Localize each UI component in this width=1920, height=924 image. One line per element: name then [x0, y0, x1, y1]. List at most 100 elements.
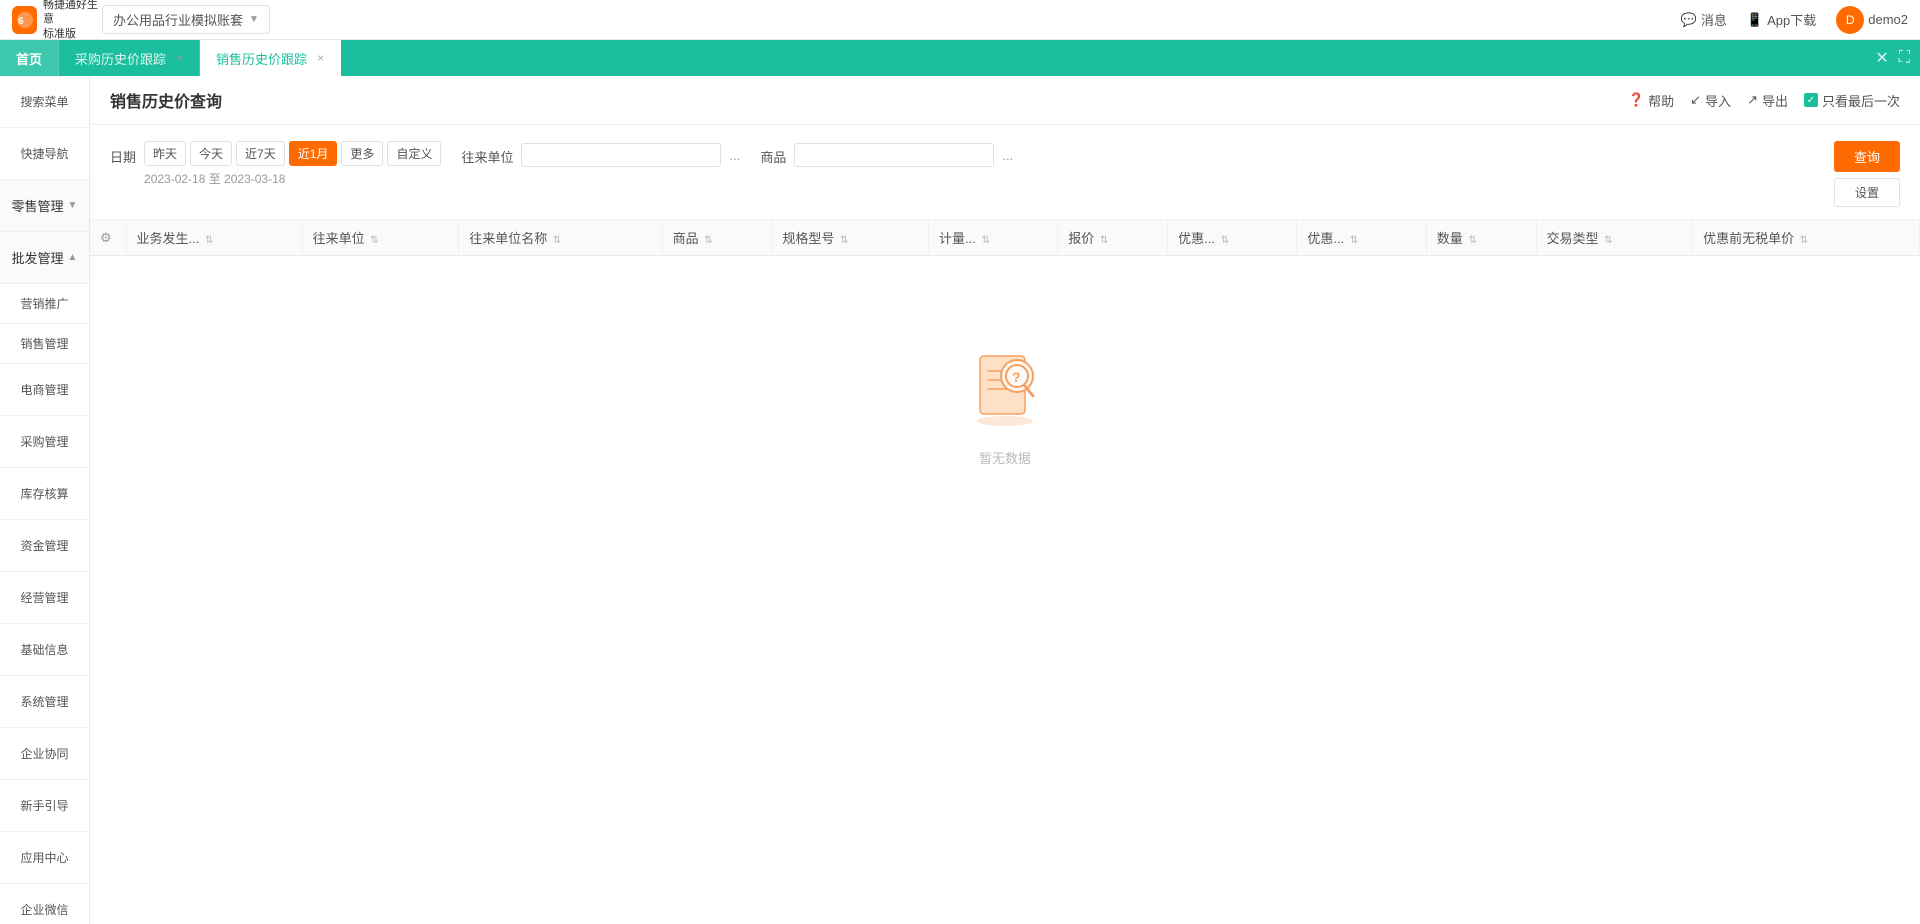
sort-price-icon: ⇅ — [1100, 235, 1108, 246]
sidebar-item-basic-info[interactable]: 基础信息 — [0, 624, 89, 676]
partner-filter-label: 往来单位 — [461, 147, 513, 166]
wholesale-mgmt-arrow-icon: ▲ — [68, 252, 78, 263]
partner-filter-group: 往来单位 ... — [461, 141, 740, 167]
sort-quantity-icon: ⇅ — [1468, 235, 1476, 246]
date-1month-btn[interactable]: 近1月 — [289, 141, 338, 166]
import-icon: ↙ — [1690, 92, 1701, 108]
quick-nav-label: 快捷导航 — [20, 145, 68, 162]
search-button[interactable]: 查询 — [1834, 141, 1900, 172]
th-unit[interactable]: 计量... ⇅ — [928, 220, 1057, 256]
goods-input[interactable] — [794, 143, 994, 167]
th-discount1[interactable]: 优惠... ⇅ — [1168, 220, 1297, 256]
sidebar-item-ecommerce[interactable]: 电商管理 — [0, 364, 89, 416]
basic-info-label: 基础信息 — [20, 641, 68, 658]
workspace-selector[interactable]: 办公用品行业模拟账套 ▼ — [102, 5, 270, 34]
sidebar-item-operations[interactable]: 经营管理 — [0, 572, 89, 624]
enterprise-collab-label: 企业协同 — [20, 745, 68, 762]
partner-input[interactable] — [521, 143, 721, 167]
th-business-date[interactable]: 业务发生... ⇅ — [126, 220, 302, 256]
tab-home[interactable]: 首页 — [0, 40, 59, 76]
settings-col-icon: ⚙ — [100, 230, 112, 245]
th-settings[interactable]: ⚙ — [90, 220, 126, 256]
app-download-button[interactable]: 📱 App下载 — [1747, 10, 1816, 29]
sort-partner-code-icon: ⇅ — [370, 235, 378, 246]
user-menu[interactable]: D demo2 — [1836, 6, 1908, 34]
sidebar-item-enterprise-wechat[interactable]: 企业微信 — [0, 884, 89, 924]
th-partner-code[interactable]: 往来单位 ⇅ — [302, 220, 459, 256]
ecommerce-label: 电商管理 — [20, 381, 68, 398]
help-button[interactable]: ❓ 帮助 — [1628, 91, 1674, 110]
date-custom-btn[interactable]: 自定义 — [387, 141, 441, 166]
sidebar-item-search-menu[interactable]: 搜索菜单 — [0, 76, 89, 128]
page-content: 销售历史价查询 ❓ 帮助 ↙ 导入 ↗ 导出 ✓ — [90, 76, 1920, 924]
sidebar-item-wholesale-mgmt[interactable]: 批发管理 ▲ — [0, 232, 89, 284]
page-actions: ❓ 帮助 ↙ 导入 ↗ 导出 ✓ 只看最后一次 — [1628, 91, 1900, 110]
tab-purchase-history[interactable]: 采购历史价跟踪 × — [59, 40, 200, 76]
sales-history-tab-label: 销售历史价跟踪 — [216, 49, 307, 68]
top-header: 6 畅捷通好生意 标准版 办公用品行业模拟账套 ▼ 💬 消息 📱 App下载 D… — [0, 0, 1920, 40]
th-price[interactable]: 报价 ⇅ — [1058, 220, 1168, 256]
sidebar-item-app-center[interactable]: 应用中心 — [0, 832, 89, 884]
sidebar-item-inventory[interactable]: 库存核算 — [0, 468, 89, 520]
partner-dots-button[interactable]: ... — [729, 148, 740, 163]
tab-bar: 首页 采购历史价跟踪 × 销售历史价跟踪 × ✕ ⛶ — [0, 40, 1920, 76]
empty-illustration-icon: ? — [955, 336, 1055, 436]
sales-history-tab-close[interactable]: × — [317, 51, 324, 65]
date-today-btn[interactable]: 今天 — [190, 141, 232, 166]
goods-input-group: ... — [794, 143, 1013, 167]
message-icon: 💬 — [1681, 12, 1697, 28]
date-filter-group: 日期 昨天 今天 近7天 近1月 更多 自定义 2023-02-18 至 202… — [110, 141, 441, 187]
content-area: 销售历史价查询 ❓ 帮助 ↙ 导入 ↗ 导出 ✓ — [90, 76, 1920, 924]
th-discount2[interactable]: 优惠... ⇅ — [1297, 220, 1426, 256]
th-spec[interactable]: 规格型号 ⇅ — [772, 220, 929, 256]
th-partner-name[interactable]: 往来单位名称 ⇅ — [459, 220, 662, 256]
sidebar-item-marketing[interactable]: 营销推广 — [0, 284, 89, 324]
th-quantity[interactable]: 数量 ⇅ — [1426, 220, 1536, 256]
purchase-history-tab-close[interactable]: × — [176, 51, 183, 65]
date-more-btn[interactable]: 更多 — [341, 141, 383, 166]
purchase-label: 采购管理 — [20, 433, 68, 450]
capital-label: 资金管理 — [20, 537, 68, 554]
empty-text: 暂无数据 — [979, 448, 1031, 467]
table-container: ⚙ 业务发生... ⇅ 往来单位 ⇅ 往来单位名称 — [90, 220, 1920, 924]
sidebar-item-capital[interactable]: 资金管理 — [0, 520, 89, 572]
export-button[interactable]: ↗ 导出 — [1747, 91, 1788, 110]
marketing-label: 营销推广 — [20, 295, 68, 312]
sort-business-date-icon: ⇅ — [205, 235, 213, 246]
goods-filter-group: 商品 ... — [760, 141, 1013, 167]
date-filter-label: 日期 — [110, 147, 136, 166]
filter-actions: 查询 设置 — [1834, 141, 1900, 207]
th-trade-type[interactable]: 交易类型 ⇅ — [1536, 220, 1693, 256]
sort-discount1-icon: ⇅ — [1221, 235, 1229, 246]
svg-text:6: 6 — [18, 16, 24, 27]
operations-label: 经营管理 — [20, 589, 68, 606]
sidebar-item-enterprise-collab[interactable]: 企业协同 — [0, 728, 89, 780]
th-pre-tax-price[interactable]: 优惠前无税单价 ⇅ — [1693, 220, 1920, 256]
date-yesterday-btn[interactable]: 昨天 — [144, 141, 186, 166]
goods-dots-button[interactable]: ... — [1002, 148, 1013, 163]
logo-text: 畅捷通好生意 标准版 — [43, 0, 102, 41]
sidebar-item-purchase[interactable]: 采购管理 — [0, 416, 89, 468]
sidebar-item-sales-mgmt[interactable]: 销售管理 — [0, 324, 89, 364]
import-button[interactable]: ↙ 导入 — [1690, 91, 1731, 110]
sort-discount2-icon: ⇅ — [1350, 235, 1358, 246]
message-button[interactable]: 💬 消息 — [1681, 10, 1727, 29]
tab-sales-history[interactable]: 销售历史价跟踪 × — [200, 40, 341, 76]
workspace-arrow-icon: ▼ — [249, 14, 259, 25]
main-layout: 搜索菜单 快捷导航 零售管理 ▼ 批发管理 ▲ 营销推广 销售管理 电商管理 采… — [0, 76, 1920, 924]
sort-goods-icon: ⇅ — [704, 235, 712, 246]
th-goods[interactable]: 商品 ⇅ — [662, 220, 772, 256]
home-tab-label: 首页 — [16, 49, 42, 68]
date-7days-btn[interactable]: 近7天 — [236, 141, 285, 166]
filter-settings-button[interactable]: 设置 — [1834, 178, 1900, 207]
system-label: 系统管理 — [20, 693, 68, 710]
sidebar-item-new-guide[interactable]: 新手引导 — [0, 780, 89, 832]
maximize-tab-button[interactable]: ⛶ — [1899, 49, 1910, 67]
partner-input-group: ... — [521, 143, 740, 167]
sidebar-item-system[interactable]: 系统管理 — [0, 676, 89, 728]
date-range-display: 2023-02-18 至 2023-03-18 — [144, 170, 441, 187]
close-tab-button[interactable]: ✕ — [1875, 48, 1888, 68]
sidebar-item-retail-mgmt[interactable]: 零售管理 ▼ — [0, 180, 89, 232]
only-last-checkbox[interactable]: ✓ 只看最后一次 — [1804, 91, 1900, 110]
sidebar-item-quick-nav[interactable]: 快捷导航 — [0, 128, 89, 180]
